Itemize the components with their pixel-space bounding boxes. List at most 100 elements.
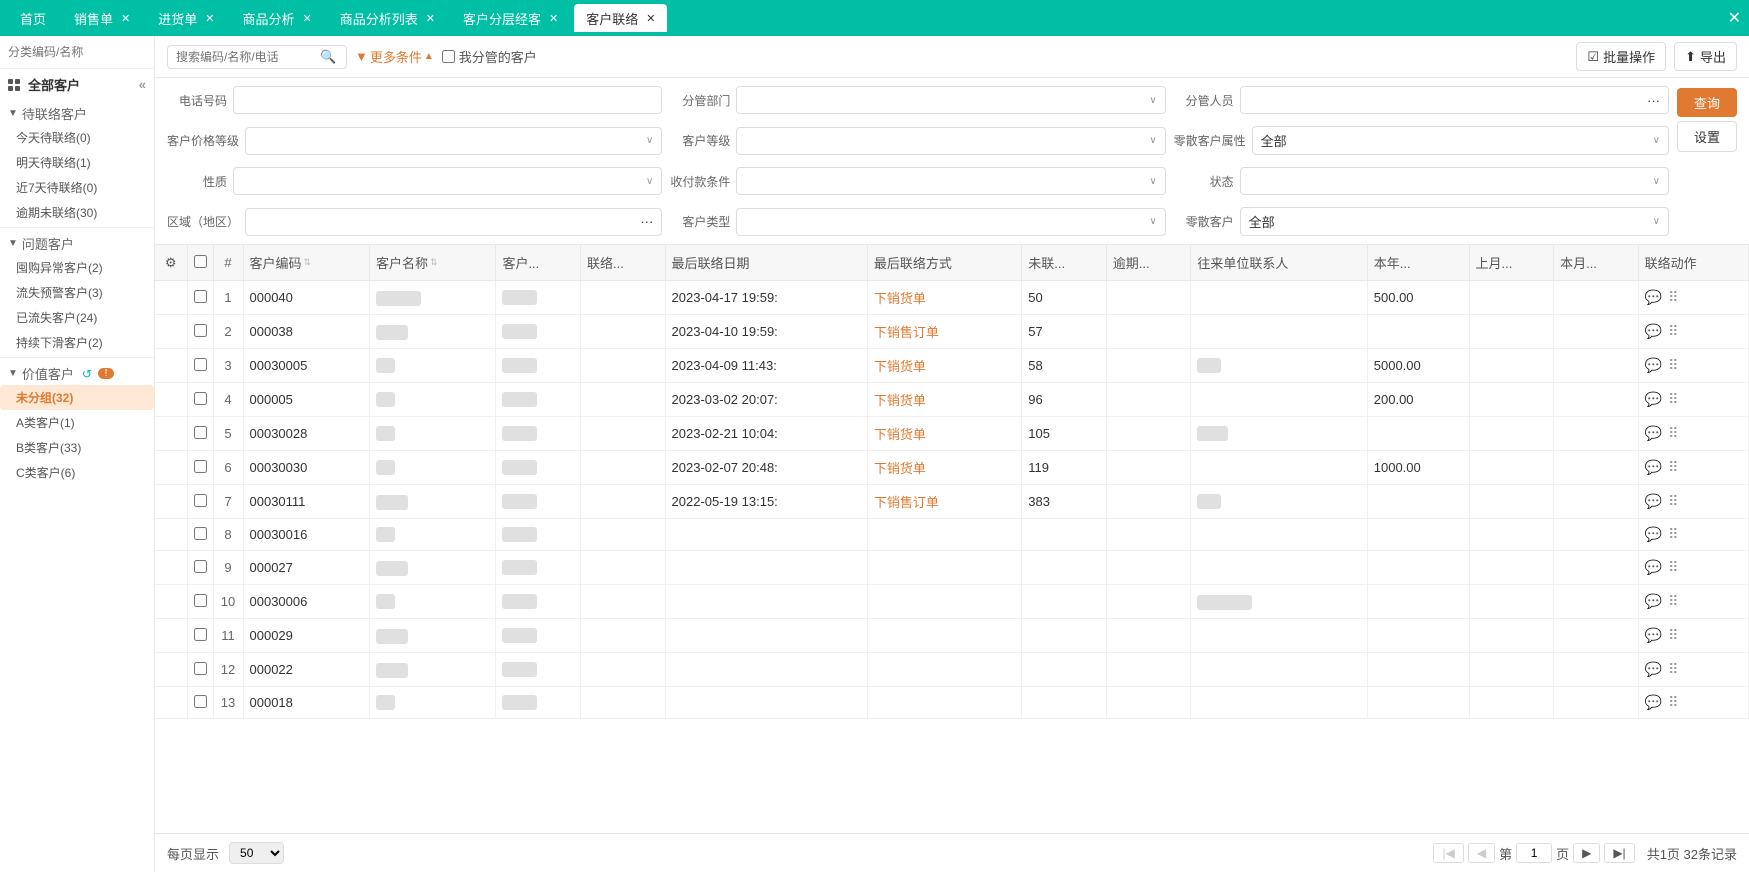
row-gear-icon[interactable]	[155, 315, 187, 349]
more-icon[interactable]: ⠿	[1668, 526, 1678, 543]
row-select-checkbox[interactable]	[194, 594, 207, 607]
my-customers-check[interactable]	[442, 50, 455, 63]
more-icon[interactable]: ⠿	[1668, 627, 1678, 644]
row-select-checkbox[interactable]	[194, 324, 207, 337]
chat-icon[interactable]: 💬	[1645, 627, 1662, 644]
chat-icon[interactable]: 💬	[1645, 459, 1662, 476]
row-checkbox-cell[interactable]	[187, 519, 213, 551]
customer-code-header[interactable]: 客户编码⇅	[243, 245, 369, 281]
close-product-list-icon[interactable]: ✕	[426, 12, 435, 25]
search-input[interactable]	[176, 50, 316, 64]
chat-icon[interactable]: 💬	[1645, 391, 1662, 408]
tab-home[interactable]: 首页	[8, 4, 58, 32]
close-customer-segment-icon[interactable]: ✕	[549, 12, 558, 25]
partner-contact-header[interactable]: 往来单位联系人	[1191, 245, 1367, 281]
row-select-checkbox[interactable]	[194, 494, 207, 507]
row-select-checkbox[interactable]	[194, 695, 207, 708]
row-select-checkbox[interactable]	[194, 527, 207, 540]
select-all-header[interactable]	[187, 245, 213, 281]
more-icon[interactable]: ⠿	[1668, 323, 1678, 340]
customer-grade-select[interactable]: ∨	[736, 127, 1165, 155]
tab-customer-contact[interactable]: 客户联络 ✕	[574, 4, 667, 32]
more-conditions-button[interactable]: ▼ 更多条件 ▲	[355, 47, 434, 66]
row-checkbox-cell[interactable]	[187, 687, 213, 719]
last-contact-date-header[interactable]: 最后联络日期	[665, 245, 867, 281]
dept-select[interactable]: ∨	[736, 86, 1165, 114]
row-checkbox-cell[interactable]	[187, 315, 213, 349]
row-gear-icon[interactable]	[155, 551, 187, 585]
row-select-checkbox[interactable]	[194, 662, 207, 675]
row-checkbox-cell[interactable]	[187, 585, 213, 619]
sidebar-item-overdue[interactable]: 逾期未联络(30)	[0, 200, 154, 225]
more-icon[interactable]: ⠿	[1668, 425, 1678, 442]
row-select-checkbox[interactable]	[194, 560, 207, 573]
chat-icon[interactable]: 💬	[1645, 694, 1662, 711]
more-icon[interactable]: ⠿	[1668, 459, 1678, 476]
more-icon[interactable]: ⠿	[1668, 559, 1678, 576]
chat-icon[interactable]: 💬	[1645, 559, 1662, 576]
query-button[interactable]: 查询	[1677, 88, 1737, 117]
sidebar-item-lost[interactable]: 已流失客户(24)	[0, 305, 154, 330]
uncontacted-header[interactable]: 未联...	[1022, 245, 1107, 281]
more-icon[interactable]: ⠿	[1668, 493, 1678, 510]
close-sales-icon[interactable]: ✕	[121, 12, 130, 25]
customer-type-col-header[interactable]: 客户...	[496, 245, 581, 281]
chat-icon[interactable]: 💬	[1645, 357, 1662, 374]
price-grade-select[interactable]: ∨	[245, 127, 662, 155]
region-input[interactable]: ···	[245, 208, 662, 236]
more-icon[interactable]: ⠿	[1668, 391, 1678, 408]
close-customer-contact-icon[interactable]: ✕	[646, 12, 655, 25]
row-select-checkbox[interactable]	[194, 290, 207, 303]
row-checkbox-cell[interactable]	[187, 383, 213, 417]
last-month-header[interactable]: 上月...	[1469, 245, 1554, 281]
nature-select[interactable]: ∨	[233, 167, 662, 195]
select-all-checkbox[interactable]	[194, 255, 207, 268]
payment-select[interactable]: ∨	[736, 167, 1165, 195]
sidebar-item-declining[interactable]: 持续下滑客户(2)	[0, 330, 154, 355]
settings-column-header[interactable]: ⚙	[155, 245, 187, 281]
row-checkbox-cell[interactable]	[187, 349, 213, 383]
row-checkbox-cell[interactable]	[187, 417, 213, 451]
tab-purchase[interactable]: 进货单 ✕	[146, 4, 226, 32]
row-select-checkbox[interactable]	[194, 426, 207, 439]
row-gear-icon[interactable]	[155, 417, 187, 451]
close-purchase-icon[interactable]: ✕	[205, 12, 214, 25]
contact-col-header[interactable]: 联络...	[580, 245, 665, 281]
row-select-checkbox[interactable]	[194, 628, 207, 641]
current-page-input[interactable]	[1516, 843, 1552, 863]
more-icon[interactable]: ⠿	[1668, 289, 1678, 306]
row-gear-icon[interactable]	[155, 485, 187, 519]
sidebar-item-7days[interactable]: 近7天待联络(0)	[0, 175, 154, 200]
last-page-button[interactable]: ▶|	[1604, 843, 1634, 863]
more-icon[interactable]: ⠿	[1668, 357, 1678, 374]
row-gear-icon[interactable]	[155, 519, 187, 551]
value-refresh-icon[interactable]: ↺	[82, 367, 92, 381]
sidebar-item-today[interactable]: 今天待联络(0)	[0, 125, 154, 150]
chat-icon[interactable]: 💬	[1645, 661, 1662, 678]
row-gear-icon[interactable]	[155, 383, 187, 417]
sidebar-item-c-class[interactable]: C类客户(6)	[0, 460, 154, 485]
row-gear-icon[interactable]	[155, 585, 187, 619]
reset-button[interactable]: 设置	[1677, 121, 1737, 152]
row-gear-icon[interactable]	[155, 281, 187, 315]
chat-icon[interactable]: 💬	[1645, 493, 1662, 510]
export-button[interactable]: ⬆ 导出	[1674, 42, 1737, 71]
retail-attr-select[interactable]: 全部 ∨	[1252, 126, 1669, 155]
row-gear-icon[interactable]	[155, 349, 187, 383]
chat-icon[interactable]: 💬	[1645, 289, 1662, 306]
sidebar-item-abnormal[interactable]: 囤购异常客户(2)	[0, 255, 154, 280]
chat-icon[interactable]: 💬	[1645, 593, 1662, 610]
sidebar-collapse-button[interactable]: «	[139, 77, 146, 92]
chat-icon[interactable]: 💬	[1645, 323, 1662, 340]
close-product-analysis-icon[interactable]: ✕	[303, 12, 312, 25]
batch-operation-button[interactable]: ☑ 批量操作	[1576, 42, 1666, 71]
row-checkbox-cell[interactable]	[187, 551, 213, 585]
sidebar-search-input[interactable]	[8, 45, 155, 59]
row-select-checkbox[interactable]	[194, 460, 207, 473]
this-month-header[interactable]: 本月...	[1554, 245, 1639, 281]
row-gear-icon[interactable]	[155, 653, 187, 687]
row-select-checkbox[interactable]	[194, 392, 207, 405]
more-icon[interactable]: ⠿	[1668, 694, 1678, 711]
sidebar-item-b-class[interactable]: B类客户(33)	[0, 435, 154, 460]
first-page-button[interactable]: |◀	[1433, 843, 1463, 863]
